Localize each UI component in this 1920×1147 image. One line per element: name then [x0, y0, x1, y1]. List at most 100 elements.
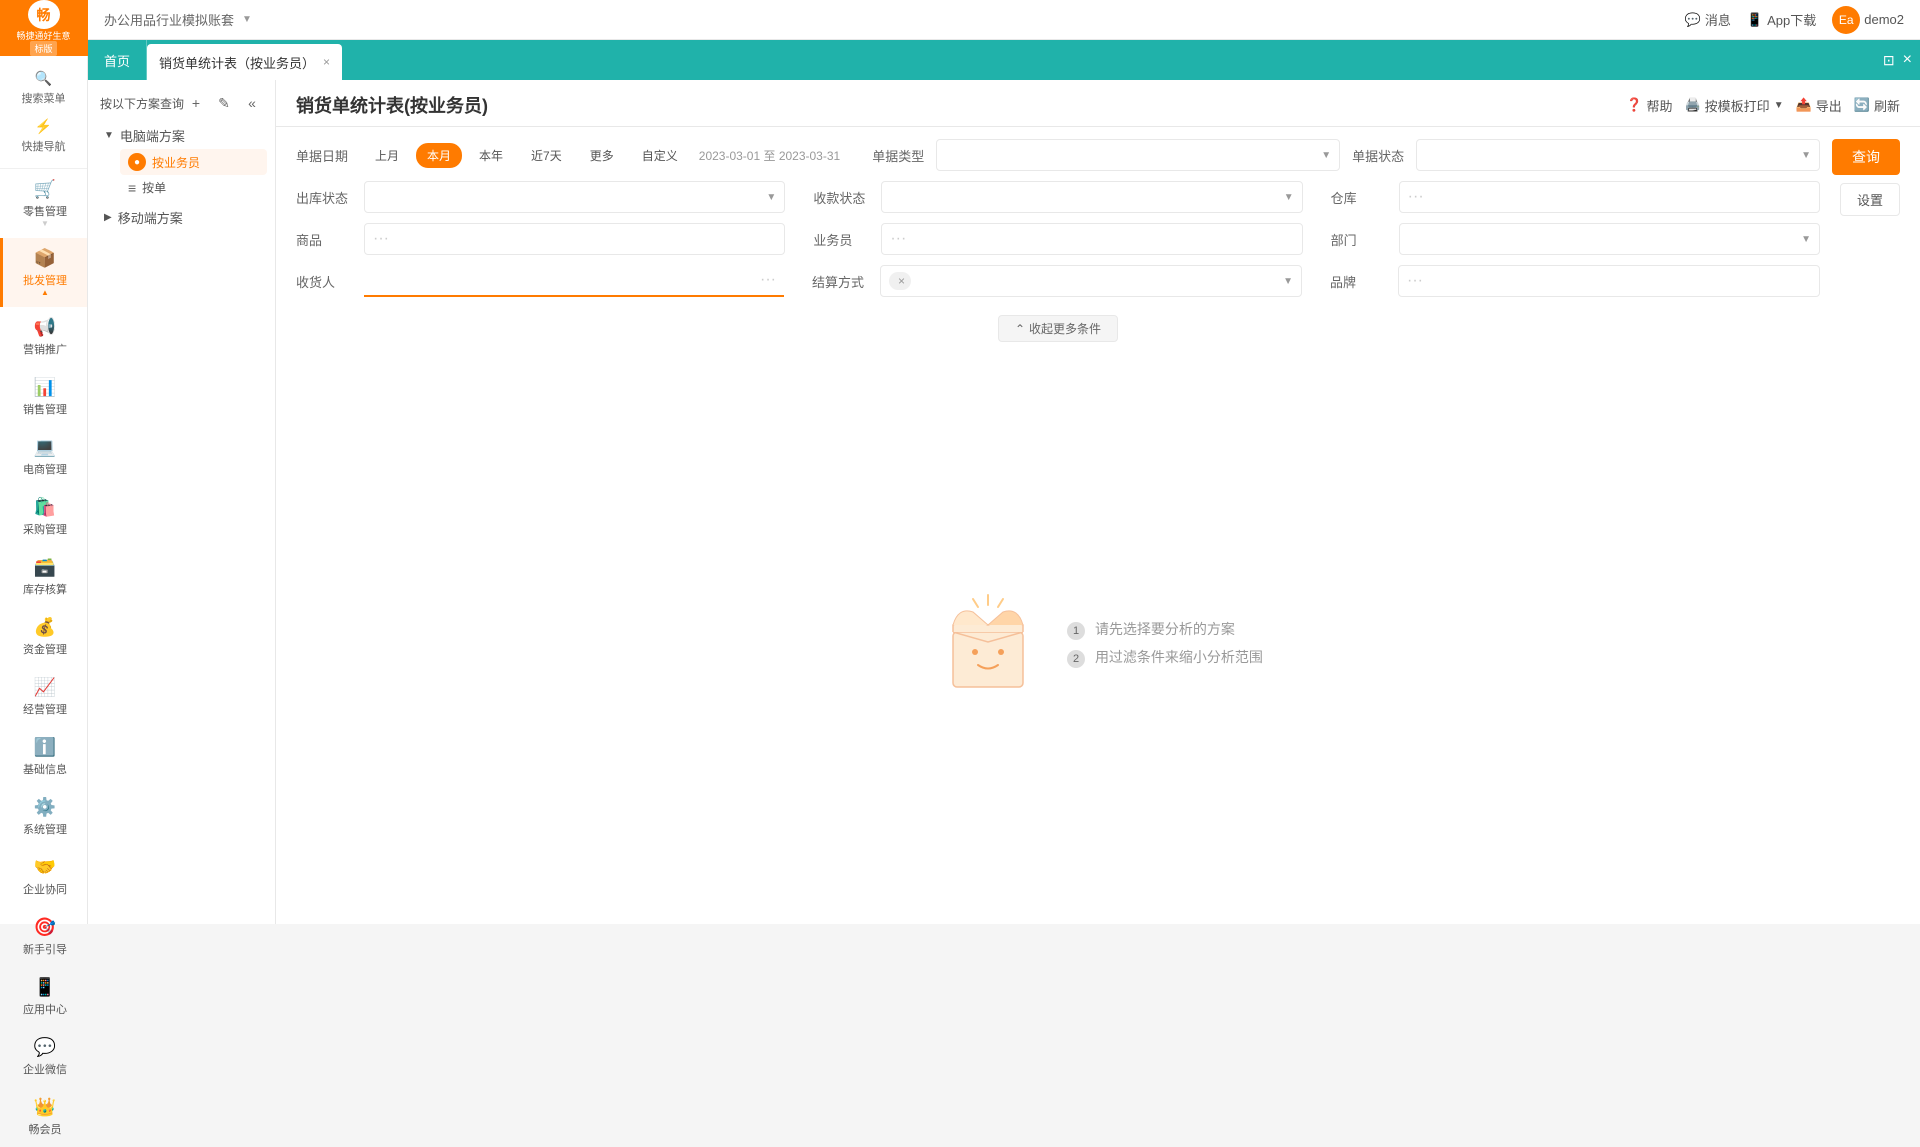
tab-home[interactable]: 首页 [88, 40, 147, 80]
filter-row-1: 单据日期 上月 本月 本年 近7天 更多 自定义 2023-03-01 至 20… [296, 139, 1820, 171]
receiver-input[interactable]: ··· [364, 265, 784, 297]
sidebar-item-inventory[interactable]: 🗃️ 库存核算 [0, 547, 87, 607]
dropdown-arrow-icon[interactable]: ▼ [242, 14, 252, 25]
sidebar-item-basic[interactable]: ℹ️ 基础信息 [0, 727, 87, 787]
filter-row-3: 商品 ··· 业务员 ··· 部门 ▼ [296, 223, 1820, 255]
marketing-icon: 📢 [34, 317, 56, 338]
app-center-icon: 📱 [34, 977, 56, 998]
sidebar-item-purchase[interactable]: 🛍️ 采购管理 [0, 487, 87, 547]
sidebar-item-system[interactable]: ⚙️ 系统管理 [0, 787, 87, 847]
brand-select[interactable]: ··· [1398, 265, 1820, 297]
refresh-label: 刷新 [1874, 96, 1900, 115]
collect-status-label: 收款状态 [813, 188, 869, 207]
bill-status-chevron: ▼ [1801, 150, 1811, 161]
wholesale-arrow: ▲ [41, 288, 49, 297]
app-download-btn[interactable]: 📱 App下载 [1747, 10, 1816, 29]
sidebar-item-operation[interactable]: 📈 经营管理 [0, 667, 87, 727]
sidebar-search-section: 🔍 搜索菜单 ⚡ 快捷导航 [0, 56, 87, 169]
retail-arrow: ▼ [41, 219, 49, 228]
tree-sub-staff[interactable]: ● 按业务员 [120, 149, 267, 175]
warehouse-select[interactable]: ··· [1399, 181, 1820, 213]
sales-icon: 📊 [34, 377, 56, 398]
date-range-text: 2023-03-01 至 2023-03-31 [699, 147, 840, 164]
filter-area: 单据日期 上月 本月 本年 近7天 更多 自定义 2023-03-01 至 20… [276, 127, 1920, 362]
empty-svg-icon [933, 587, 1043, 697]
user-profile-btn[interactable]: Ea demo2 [1832, 6, 1904, 34]
sidebar-item-sales[interactable]: 📊 销售管理 [0, 367, 87, 427]
warehouse-label: 仓库 [1331, 188, 1387, 207]
date-btn-this-year[interactable]: 本年 [468, 143, 514, 168]
export-btn[interactable]: 📤 导出 [1796, 96, 1842, 115]
date-btn-7days[interactable]: 近7天 [520, 143, 573, 168]
tree-sub-bill[interactable]: ≡ 按单 [120, 175, 267, 200]
brand-label: 品牌 [1330, 272, 1386, 291]
bill-type-select[interactable]: ▼ [936, 139, 1340, 171]
out-status-select[interactable]: ▼ [364, 181, 785, 213]
sidebar-item-label: 批发管理 [23, 272, 67, 288]
sidebar-item-ecommerce[interactable]: 💻 电商管理 [0, 427, 87, 487]
print-btn[interactable]: 🖨️ 按模板打印 ▼ [1684, 96, 1783, 115]
edit-icon: ✎ [218, 95, 230, 112]
quick-nav-btn[interactable]: ⚡ 快捷导航 [22, 112, 66, 160]
empty-illustration [933, 587, 1043, 700]
settle-select[interactable]: × ▼ [880, 265, 1302, 297]
sidebar-item-finance[interactable]: 💰 资金管理 [0, 607, 87, 667]
refresh-btn[interactable]: 🔄 刷新 [1854, 96, 1900, 115]
user-name: demo2 [1864, 12, 1904, 27]
restore-icon[interactable]: ⊡ [1883, 52, 1895, 69]
export-icon: 📤 [1796, 97, 1812, 113]
settle-label: 结算方式 [812, 272, 868, 291]
settle-close-btn[interactable]: × [898, 274, 905, 288]
add-scheme-btn[interactable]: + [185, 92, 207, 114]
message-icon: 💬 [1685, 12, 1701, 28]
close-window-icon[interactable]: × [1903, 51, 1912, 69]
sidebar-item-label: 经营管理 [23, 701, 67, 717]
staff-select[interactable]: ··· [881, 223, 1302, 255]
sidebar-item-retail[interactable]: 🛒 零售管理 ▼ [0, 169, 87, 238]
sidebar-item-wholesale[interactable]: 📦 批发管理 ▲ [0, 238, 87, 307]
dept-select[interactable]: ▼ [1399, 223, 1820, 255]
date-btn-more[interactable]: 更多 [579, 143, 625, 168]
topbar: 办公用品行业模拟账套 ▼ 💬 消息 📱 App下载 Ea demo2 [88, 0, 1920, 40]
print-icon: 🖨️ [1684, 97, 1700, 113]
edit-scheme-btn[interactable]: ✎ [213, 92, 235, 114]
sidebar-item-app-center[interactable]: 📱 应用中心 [0, 967, 87, 1027]
dept-chevron: ▼ [1801, 234, 1811, 245]
tab-maximize-area: ⊡ × [1883, 51, 1912, 69]
basic-icon: ℹ️ [34, 737, 56, 758]
date-btn-custom[interactable]: 自定义 [631, 143, 689, 168]
tab-active[interactable]: 销货单统计表（按业务员） × [147, 44, 342, 80]
bill-status-select[interactable]: ▼ [1416, 139, 1820, 171]
collapse-arrow-icon: ⌃ [1015, 322, 1025, 336]
refresh-icon: 🔄 [1854, 97, 1870, 113]
collapse-row: ⌃ 收起更多条件 [296, 307, 1820, 350]
app-logo[interactable]: 畅 畅捷通好生意 标版 [0, 0, 88, 56]
date-btn-last-month[interactable]: 上月 [364, 143, 410, 168]
collapse-panel-btn[interactable]: « [241, 92, 263, 114]
setting-button[interactable]: 设置 [1840, 183, 1900, 216]
collect-status-select[interactable]: ▼ [881, 181, 1302, 213]
collapse-conditions-btn[interactable]: ⌃ 收起更多条件 [998, 315, 1118, 342]
sidebar-item-member[interactable]: 👑 畅会员 [0, 1087, 87, 1147]
sidebar-item-corp[interactable]: 🤝 企业协同 [0, 847, 87, 907]
tree-mobile-group[interactable]: ▶ 移动端方案 [96, 204, 267, 231]
download-icon: 📱 [1747, 12, 1763, 28]
query-button[interactable]: 查询 [1832, 139, 1900, 175]
tree-desktop-group[interactable]: ▼ 电脑端方案 [96, 122, 267, 149]
tab-close-btn[interactable]: × [323, 55, 330, 69]
message-btn[interactable]: 💬 消息 [1685, 10, 1731, 29]
search-menu-btn[interactable]: 🔍 搜索菜单 [22, 64, 66, 112]
sidebar-item-marketing[interactable]: 📢 营销推广 [0, 307, 87, 367]
goods-select[interactable]: ··· [364, 223, 785, 255]
wechat-icon: 💬 [34, 1037, 56, 1058]
logo-sub: 标版 [30, 41, 56, 56]
sidebar-item-label: 新手引导 [23, 941, 67, 957]
sidebar-item-newbie[interactable]: 🎯 新手引导 [0, 907, 87, 967]
sidebar-item-wechat[interactable]: 💬 企业微信 [0, 1027, 87, 1087]
collect-status-chevron: ▼ [1284, 192, 1294, 203]
date-btn-this-month[interactable]: 本月 [416, 143, 462, 168]
bill-type-label: 单据类型 [872, 146, 928, 165]
help-btn[interactable]: ❓ 帮助 [1626, 96, 1672, 115]
newbie-icon: 🎯 [34, 917, 56, 938]
left-panel-title: 按以下方案查询 [100, 95, 184, 112]
